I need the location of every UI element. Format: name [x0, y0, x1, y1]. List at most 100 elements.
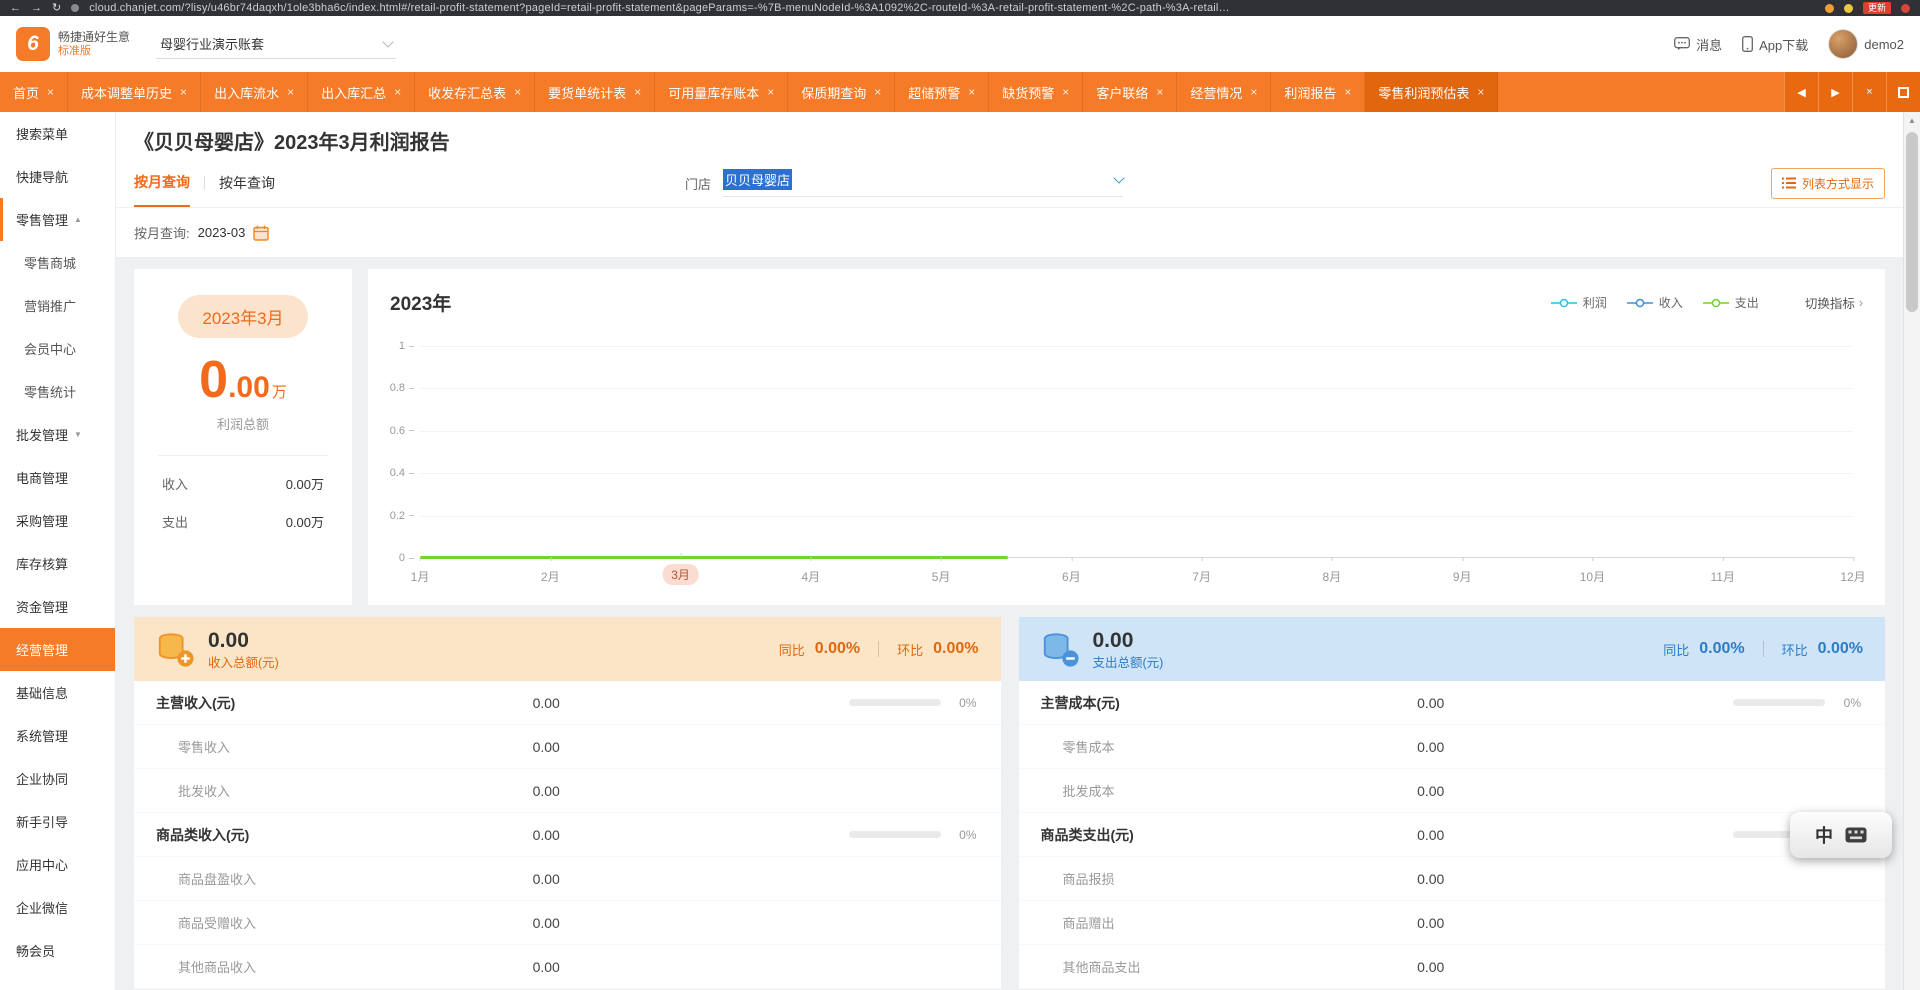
store-select[interactable]: 贝贝母婴店 — [723, 169, 1125, 197]
url-bar[interactable]: cloud.chanjet.com/?lisy/u46br74daqxh/1ol… — [89, 2, 1815, 14]
sidebar-item-retail-stats[interactable]: 零售统计 — [0, 370, 115, 413]
table-row: 零售成本 0.00 — [1018, 725, 1885, 769]
tab-scroll-right-icon[interactable]: ▶ — [1818, 72, 1852, 112]
sidebar-item-wholesale-management[interactable]: 批发管理 ▼ — [0, 413, 115, 456]
site-info-icon[interactable] — [71, 4, 80, 12]
income-rows: 主营收入(元) 0.00 0% 零售收入 0.00 批发收入 0.00 商品类收… — [134, 681, 1001, 989]
tab-inout-flow[interactable]: 出入库流水 × — [201, 72, 309, 112]
sidebar-item-label: 快捷导航 — [16, 170, 69, 185]
tab-close-all-icon[interactable]: × — [1852, 72, 1886, 112]
sidebar-item-business-management[interactable]: 经营管理 — [0, 628, 115, 671]
tab-receipt-summary[interactable]: 收发存汇总表 × — [415, 72, 536, 112]
tab-close-icon[interactable]: × — [1344, 86, 1351, 98]
zero-value-series-line — [420, 556, 1008, 559]
sidebar-item-system-management[interactable]: 系统管理 — [0, 714, 115, 757]
sidebar-item-quick-nav[interactable]: 快捷导航 — [0, 155, 115, 198]
income-panel: 0.00 收入总额(元) 同比 0.00% 环比 0.00% 主营收入(元) 0… — [134, 617, 1001, 989]
progress-bar — [848, 831, 941, 838]
scroll-up-icon[interactable]: ▲ — [1904, 112, 1920, 129]
tab-label: 利润报告 — [1284, 85, 1337, 101]
legend-profit[interactable]: 利润 — [1550, 294, 1607, 311]
tab-close-icon[interactable]: × — [394, 86, 401, 98]
sidebar-item-chang-member[interactable]: 畅会员 — [0, 929, 115, 972]
tab-close-icon[interactable]: × — [1250, 86, 1257, 98]
tab-close-icon[interactable]: × — [1062, 86, 1069, 98]
income-row: 收入 0.00万 — [162, 464, 324, 502]
row-label: 商品盘盈收入 — [178, 872, 257, 887]
app-download-button[interactable]: App下载 — [1742, 35, 1808, 54]
sidebar-item-enterprise-collab[interactable]: 企业协同 — [0, 757, 115, 800]
tab-close-icon[interactable]: × — [514, 86, 521, 98]
list-display-button[interactable]: 列表方式显示 — [1770, 167, 1885, 199]
query-tab-month[interactable]: 按月查询 — [134, 159, 190, 207]
sidebar-item-retail-management[interactable]: 零售管理 ▲ — [0, 198, 115, 241]
tab-cost-adjust-history[interactable]: 成本调整单历史 × — [68, 72, 202, 112]
sidebar-item-capital-management[interactable]: 资金管理 — [0, 585, 115, 628]
sidebar-item-inventory-accounting[interactable]: 库存核算 — [0, 542, 115, 585]
tab-controls: ◀ ▶ × — [1784, 72, 1920, 112]
expense-total-label: 支出总额(元) — [1092, 655, 1164, 670]
sidebar-item-wecom[interactable]: 企业微信 — [0, 886, 115, 929]
tab-stockout-alert[interactable]: 缺货预警 × — [989, 72, 1084, 112]
tab-close-icon[interactable]: × — [634, 86, 641, 98]
vertical-scrollbar[interactable]: ▲ — [1903, 112, 1920, 990]
tab-close-icon[interactable]: × — [1156, 86, 1163, 98]
fullscreen-icon[interactable] — [1886, 72, 1920, 112]
messages-button[interactable]: 消息 — [1674, 35, 1722, 54]
browser-menu-icon[interactable] — [1901, 3, 1910, 13]
month-summary-card: 2023年3月 0 .00 万 利润总额 收入 0.00万 支出 0.00万 — [134, 269, 352, 605]
scrollbar-thumb[interactable] — [1906, 132, 1918, 312]
sidebar-item-ecommerce-management[interactable]: 电商管理 — [0, 456, 115, 499]
extension-icon[interactable] — [1843, 3, 1853, 13]
tab-close-icon[interactable]: × — [767, 86, 774, 98]
sidebar-item-label: 采购管理 — [16, 514, 69, 529]
tab-available-stock[interactable]: 可用量库存账本 × — [655, 72, 789, 112]
row-value: 0.00 — [1417, 694, 1445, 711]
keyboard-icon[interactable] — [1845, 827, 1867, 843]
tab-close-icon[interactable]: × — [1477, 86, 1484, 98]
x-tick-label: 8月 — [1322, 557, 1342, 584]
sidebar-item-retail-mall[interactable]: 零售商城 — [0, 241, 115, 284]
tab-close-icon[interactable]: × — [874, 86, 881, 98]
sidebar-item-app-center[interactable]: 应用中心 — [0, 843, 115, 886]
tab-profit-report[interactable]: 利润报告 × — [1271, 72, 1366, 112]
tab-home[interactable]: 首页 × — [0, 72, 69, 112]
calendar-icon[interactable] — [253, 225, 270, 241]
sidebar-item-search-menu[interactable]: 搜索菜单 — [0, 112, 115, 155]
tab-customer-contact[interactable]: 客户联络 × — [1083, 72, 1178, 112]
legend-income[interactable]: 收入 — [1626, 294, 1683, 311]
tab-order-stats[interactable]: 要货单统计表 × — [535, 72, 656, 112]
sidebar-item-beginner-guide[interactable]: 新手引导 — [0, 800, 115, 843]
tab-close-icon[interactable]: × — [287, 86, 294, 98]
tab-close-icon[interactable]: × — [47, 86, 54, 98]
account-select[interactable]: 母婴行业演示账套 — [156, 29, 397, 59]
user-menu[interactable]: demo2 — [1828, 29, 1904, 59]
browser-refresh-icon[interactable]: ↻ — [52, 2, 61, 14]
tab-label: 经营情况 — [1190, 85, 1243, 101]
tab-inout-summary[interactable]: 出入库汇总 × — [308, 72, 416, 112]
browser-forward-icon[interactable]: → — [31, 2, 42, 14]
ime-widget[interactable]: 中 — [1790, 812, 1892, 858]
browser-update-badge[interactable]: 更新 — [1862, 1, 1891, 15]
tab-scroll-left-icon[interactable]: ◀ — [1784, 72, 1818, 112]
switch-indicator-link[interactable]: 切换指标 › — [1805, 293, 1863, 312]
sidebar-item-purchase-management[interactable]: 采购管理 — [0, 499, 115, 542]
sidebar-item-label: 企业微信 — [16, 901, 69, 916]
query-tab-year[interactable]: 按年查询 — [219, 159, 275, 207]
browser-back-icon[interactable]: ← — [10, 2, 21, 14]
tab-shelf-life[interactable]: 保质期查询 × — [788, 72, 896, 112]
tab-overstock-alert[interactable]: 超储预警 × — [895, 72, 990, 112]
extension-icon[interactable] — [1824, 3, 1834, 13]
row-value: 0.00 — [1417, 738, 1445, 755]
tab-retail-profit-forecast[interactable]: 零售利润预估表 × — [1365, 72, 1499, 112]
tab-close-icon[interactable]: × — [968, 86, 975, 98]
date-filter-label: 按月查询: — [134, 226, 190, 241]
tab-business-status[interactable]: 经营情况 × — [1177, 72, 1272, 112]
sidebar-item-marketing[interactable]: 营销推广 — [0, 284, 115, 327]
tab-close-icon[interactable]: × — [180, 86, 187, 98]
sidebar-item-member-center[interactable]: 会员中心 — [0, 327, 115, 370]
legend-expense[interactable]: 支出 — [1702, 294, 1759, 311]
sidebar-item-basic-info[interactable]: 基础信息 — [0, 671, 115, 714]
store-select-value: 贝贝母婴店 — [723, 169, 793, 190]
ime-language-indicator[interactable]: 中 — [1815, 822, 1833, 848]
